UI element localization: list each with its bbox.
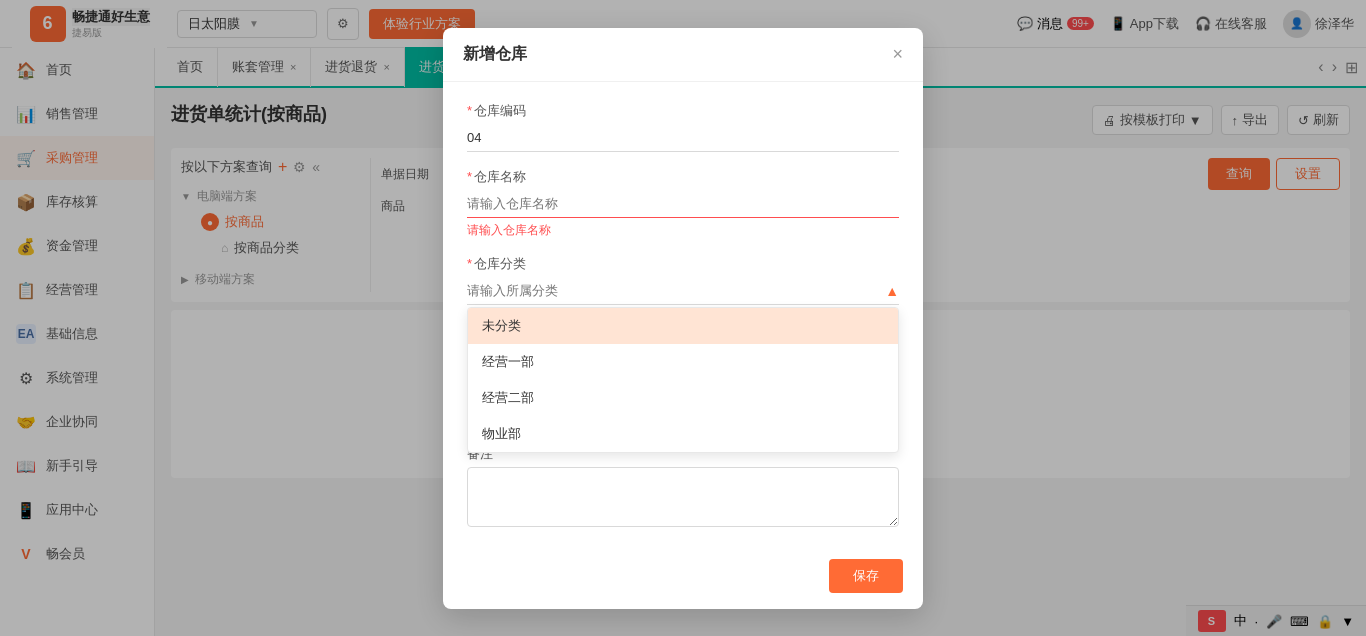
name-input[interactable] bbox=[467, 190, 899, 218]
dropdown-item-1[interactable]: 经营一部 bbox=[468, 344, 898, 380]
dropdown-item-0[interactable]: 未分类 bbox=[468, 308, 898, 344]
notes-textarea[interactable] bbox=[467, 467, 899, 527]
category-dropdown: 未分类 经营一部 经营二部 物业部 bbox=[467, 307, 899, 453]
modal-header: 新增仓库 × bbox=[443, 28, 923, 82]
category-input[interactable] bbox=[467, 277, 899, 305]
form-row-notes: 备注 bbox=[467, 445, 899, 527]
modal-close-button[interactable]: × bbox=[892, 45, 903, 63]
modal-body: * 仓库编码 * 仓库名称 请输入仓库名称 * 仓库分类 bbox=[443, 82, 923, 527]
category-select-row: ▲ bbox=[467, 277, 899, 305]
category-label: * 仓库分类 bbox=[467, 255, 899, 273]
name-error-msg: 请输入仓库名称 bbox=[467, 222, 899, 239]
modal-overlay: 新增仓库 × * 仓库编码 * 仓库名称 请输入仓库名称 bbox=[0, 0, 1366, 636]
name-label: * 仓库名称 bbox=[467, 168, 899, 186]
form-row-code: * 仓库编码 bbox=[467, 102, 899, 152]
form-row-name: * 仓库名称 请输入仓库名称 bbox=[467, 168, 899, 239]
modal-title: 新增仓库 bbox=[463, 44, 527, 65]
save-button[interactable]: 保存 bbox=[829, 559, 903, 593]
modal-footer: 保存 bbox=[443, 543, 923, 609]
dropdown-item-3[interactable]: 物业部 bbox=[468, 416, 898, 452]
category-arrow-icon[interactable]: ▲ bbox=[885, 283, 899, 299]
code-label: * 仓库编码 bbox=[467, 102, 899, 120]
add-warehouse-modal: 新增仓库 × * 仓库编码 * 仓库名称 请输入仓库名称 bbox=[443, 28, 923, 609]
code-input[interactable] bbox=[467, 124, 899, 152]
dropdown-item-2[interactable]: 经营二部 bbox=[468, 380, 898, 416]
form-row-category: * 仓库分类 ▲ 未分类 经营一部 经营二部 物业部 bbox=[467, 255, 899, 305]
